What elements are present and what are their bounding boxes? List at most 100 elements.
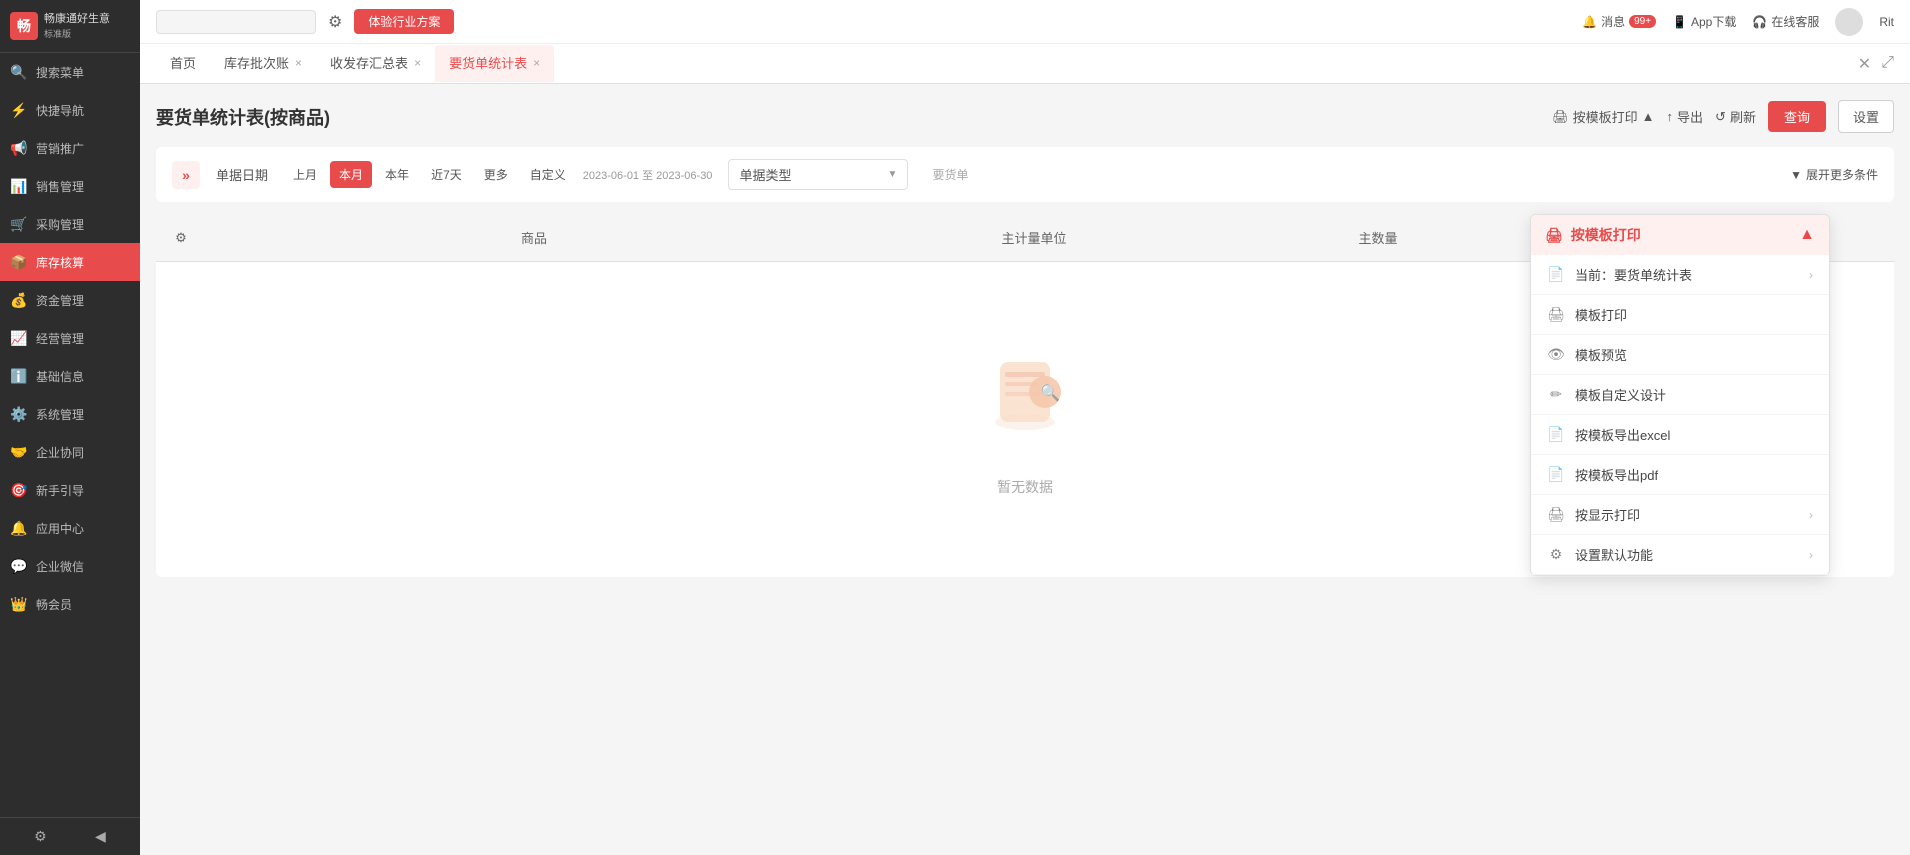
user-avatar[interactable] (1835, 8, 1863, 36)
headset-icon: 🎧 (1752, 15, 1767, 29)
tabs-bar: 首页 库存批次账 × 收发存汇总表 × 要货单统计表 × ✕ ⤢ (140, 44, 1910, 84)
dropdown-template-custom[interactable]: ✏ 模板自定义设计 (1531, 375, 1829, 415)
sidebar-search-label: 搜索菜单 (36, 64, 84, 81)
dropdown-template-print[interactable]: 🖨 模板打印 (1531, 295, 1829, 335)
export-btn[interactable]: ↑ 导出 (1667, 107, 1704, 126)
sidebar-item-finance[interactable]: 💰 资金管理 (0, 281, 140, 319)
sidebar-item-member[interactable]: 👑 畅会员 (0, 585, 140, 623)
sidebar-item-operations[interactable]: 📈 经营管理 (0, 319, 140, 357)
dropdown-template-preview[interactable]: 👁 模板预览 (1531, 335, 1829, 375)
filter-bar: » 单据日期 上月 本月 本年 近7天 更多 自定义 2023-06-01 至 … (156, 147, 1894, 202)
page-actions: 🖨 按模板打印 ▲ ↑ 导出 ↺ 刷新 查询 设置 (1552, 100, 1894, 133)
sidebar-item-system[interactable]: ⚙️ 系统管理 (0, 395, 140, 433)
sidebar-item-search[interactable]: 🔍 搜索菜单 (0, 53, 140, 91)
tab-inventory-batch-close[interactable]: × (295, 56, 302, 70)
app-download-btn[interactable]: 📱 App下载 (1672, 13, 1736, 30)
sidebar-inventory-label: 库存核算 (36, 254, 84, 271)
topbar-search-input[interactable] (156, 10, 316, 34)
dropdown-title: 🖨 按模板打印 (1545, 225, 1641, 245)
date-current-month-btn[interactable]: 本月 (330, 161, 372, 188)
tab-receivable-summary[interactable]: 收发存汇总表 × (316, 45, 435, 82)
sidebar-item-marketing[interactable]: 📢 营销推广 (0, 129, 140, 167)
tab-home[interactable]: 首页 (156, 45, 210, 82)
table-col-settings[interactable]: ⚙ (156, 224, 206, 252)
dropdown-display-print[interactable]: 🖨 按显示打印 › (1531, 495, 1829, 535)
sidebar-item-sales[interactable]: 📊 销售管理 (0, 167, 140, 205)
dropdown-template-pdf-label: 按模板导出pdf (1575, 465, 1658, 484)
sidebar-appstore-label: 应用中心 (36, 520, 84, 537)
dropdown-set-default-label: 设置默认功能 (1575, 545, 1653, 564)
expand-more-inner[interactable]: ▼ 展开更多条件 (1790, 166, 1878, 183)
print-dropdown-panel: 🖨 按模板打印 ▲ 📄 当前：要货单统计表 › 🖨 模板打印 👁 模板预览 (1530, 214, 1830, 576)
print-btn[interactable]: 🖨 按模板打印 ▲ (1552, 107, 1654, 126)
dropdown-display-print-label: 按显示打印 (1575, 505, 1640, 524)
sidebar-item-quick-nav[interactable]: ⚡ 快捷导航 (0, 91, 140, 129)
dropdown-current-template[interactable]: 📄 当前：要货单统计表 › (1531, 255, 1829, 295)
query-btn[interactable]: 查询 (1768, 101, 1826, 132)
sidebar: 畅 畅康通好生意 标准版 🔍 搜索菜单 ⚡ 快捷导航 📢 营销推广 📊 销售管理… (0, 0, 140, 855)
settings-btn[interactable]: 设置 (1838, 100, 1894, 133)
appstore-icon: 🔔 (10, 519, 28, 537)
topbar-right: 🔔 消息 99+ 📱 App下载 🎧 在线客服 Rit (1582, 8, 1894, 36)
dropdown-set-default[interactable]: ⚙ 设置默认功能 › (1531, 535, 1829, 575)
sidebar-item-wechat[interactable]: 💬 企业微信 (0, 547, 140, 585)
dropdown-template-pdf[interactable]: 📄 按模板导出pdf (1531, 455, 1829, 495)
sidebar-basic-label: 基础信息 (36, 368, 84, 385)
guide-icon: 🎯 (10, 481, 28, 499)
topbar: ⚙ 体验行业方案 🔔 消息 99+ 📱 App下载 🎧 在线客服 Rit (140, 0, 1910, 44)
page-content: 要货单统计表(按商品) 🖨 按模板打印 ▲ ↑ 导出 ↺ 刷新 查询 设置 (140, 84, 1910, 855)
sidebar-item-inventory[interactable]: 📦 库存核算 (0, 243, 140, 281)
empty-illustration: 🔍 (975, 342, 1075, 461)
sidebar-item-purchase[interactable]: 🛒 采购管理 (0, 205, 140, 243)
chevron-right-icon-2: › (1809, 508, 1813, 522)
expand-more-btn[interactable]: ▼ 展开更多条件 (1790, 166, 1878, 183)
date-custom-btn[interactable]: 自定义 (521, 161, 575, 188)
table-col-goods: 商品 (206, 222, 862, 253)
sidebar-item-basic[interactable]: ℹ️ 基础信息 (0, 357, 140, 395)
tab-order-stats-label: 要货单统计表 (449, 53, 527, 72)
tab-receivable-summary-close[interactable]: × (414, 56, 421, 70)
tab-inventory-batch[interactable]: 库存批次账 × (210, 45, 316, 82)
date-last7days-btn[interactable]: 近7天 (422, 161, 471, 188)
date-current-year-btn[interactable]: 本年 (376, 161, 418, 188)
svg-text:🔍: 🔍 (1040, 382, 1060, 402)
template-excel-icon: 📄 (1547, 426, 1565, 444)
window-maximize-btn[interactable]: ⤢ (1881, 54, 1894, 74)
dropdown-template-excel[interactable]: 📄 按模板导出excel (1531, 415, 1829, 455)
set-default-icon: ⚙ (1547, 546, 1565, 564)
printer-icon: 🖨 (1545, 227, 1563, 244)
sidebar-collapse-btn[interactable]: ◀ (95, 828, 106, 845)
tab-order-stats[interactable]: 要货单统计表 × (435, 45, 554, 82)
template-pdf-icon: 📄 (1547, 466, 1565, 484)
sidebar-settings-btn[interactable]: ⚙ (34, 828, 47, 845)
tab-order-stats-close[interactable]: × (533, 56, 540, 70)
order-type-select[interactable]: 单据类型 ▼ (728, 159, 908, 190)
print-arrow-icon: ▲ (1642, 109, 1655, 124)
topbar-settings-icon[interactable]: ⚙ (328, 12, 342, 32)
page-header: 要货单统计表(按商品) 🖨 按模板打印 ▲ ↑ 导出 ↺ 刷新 查询 设置 (156, 100, 1894, 133)
template-print-icon: 🖨 (1547, 306, 1565, 324)
window-close-btn[interactable]: ✕ (1858, 54, 1871, 74)
trial-btn[interactable]: 体验行业方案 (354, 9, 454, 34)
sidebar-item-collab[interactable]: 🤝 企业协同 (0, 433, 140, 471)
sidebar-logo: 畅 畅康通好生意 标准版 (0, 0, 140, 53)
date-prev-month-btn[interactable]: 上月 (284, 161, 326, 188)
refresh-icon: ↺ (1715, 109, 1726, 125)
date-more-btn[interactable]: 更多 (475, 161, 517, 188)
app-download-label: App下载 (1691, 13, 1736, 30)
support-btn[interactable]: 🎧 在线客服 (1752, 13, 1819, 30)
marketing-icon: 📢 (10, 139, 28, 157)
sales-icon: 📊 (10, 177, 28, 195)
date-group: 上月 本月 本年 近7天 更多 自定义 2023-06-01 至 2023-06… (284, 161, 712, 188)
refresh-btn[interactable]: ↺ 刷新 (1715, 107, 1756, 126)
sidebar-item-guide[interactable]: 🎯 新手引导 (0, 471, 140, 509)
filter-expand-btn[interactable]: » (172, 161, 200, 189)
template-current-icon: 📄 (1547, 266, 1565, 284)
sidebar-item-appstore[interactable]: 🔔 应用中心 (0, 509, 140, 547)
notification-btn[interactable]: 🔔 消息 99+ (1582, 13, 1656, 30)
sidebar-wechat-label: 企业微信 (36, 558, 84, 575)
member-icon: 👑 (10, 595, 28, 613)
dropdown-close-btn[interactable]: ▲ (1799, 226, 1815, 244)
notification-badge: 99+ (1629, 15, 1656, 28)
username[interactable]: Rit (1879, 15, 1894, 29)
